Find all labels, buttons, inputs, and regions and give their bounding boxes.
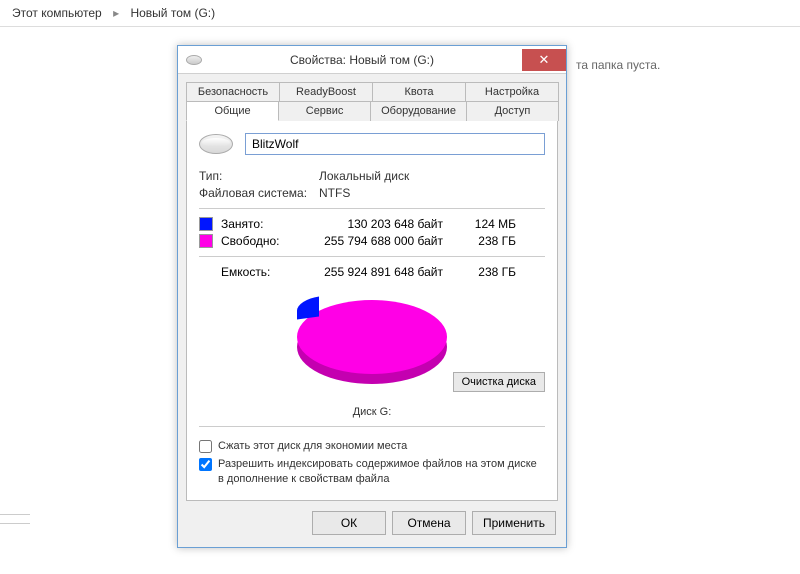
- ok-button[interactable]: ОК: [312, 511, 386, 535]
- breadcrumb-current[interactable]: Новый том (G:): [130, 6, 215, 20]
- type-value: Локальный диск: [319, 169, 409, 183]
- divider: [199, 256, 545, 257]
- divider: [199, 426, 545, 427]
- explorer-bottom-strip: [0, 514, 30, 524]
- tab-quota[interactable]: Квота: [372, 82, 466, 101]
- pie-used-slice: [297, 296, 319, 319]
- properties-dialog: Свойства: Новый том (G:) ✕ Безопасность …: [177, 45, 567, 548]
- free-label: Свободно:: [221, 234, 311, 248]
- folder-empty-text: та папка пуста.: [576, 58, 660, 72]
- drive-icon: [186, 55, 202, 65]
- used-bytes: 130 203 648 байт: [311, 217, 461, 231]
- tab-settings[interactable]: Настройка: [465, 82, 559, 101]
- tab-service[interactable]: Сервис: [278, 101, 371, 121]
- free-human: 238 ГБ: [461, 234, 516, 248]
- disk-caption: Диск G:: [199, 406, 545, 418]
- tab-hardware[interactable]: Оборудование: [370, 101, 467, 121]
- index-label[interactable]: Разрешить индексировать содержимое файло…: [218, 457, 545, 486]
- breadcrumb-root[interactable]: Этот компьютер: [12, 6, 102, 20]
- capacity-bytes: 255 924 891 648 байт: [311, 265, 461, 279]
- disk-cleanup-button[interactable]: Очистка диска: [453, 372, 545, 392]
- used-color-swatch: [199, 217, 213, 231]
- free-color-swatch: [199, 234, 213, 248]
- usage-pie-chart: [297, 300, 447, 374]
- tab-panel-general: Тип: Локальный диск Файловая система: NT…: [186, 120, 558, 501]
- capacity-label: Емкость:: [221, 265, 311, 279]
- drive-icon: [199, 134, 233, 154]
- apply-button[interactable]: Применить: [472, 511, 556, 535]
- capacity-human: 238 ГБ: [461, 265, 516, 279]
- index-checkbox[interactable]: [199, 458, 212, 471]
- tab-general[interactable]: Общие: [186, 101, 279, 121]
- cancel-button[interactable]: Отмена: [392, 511, 466, 535]
- filesystem-label: Файловая система:: [199, 186, 319, 200]
- divider: [199, 208, 545, 209]
- close-button[interactable]: ✕: [522, 49, 566, 71]
- tab-access[interactable]: Доступ: [466, 101, 559, 121]
- free-bytes: 255 794 688 000 байт: [311, 234, 461, 248]
- tab-security[interactable]: Безопасность: [186, 82, 280, 101]
- titlebar[interactable]: Свойства: Новый том (G:) ✕: [178, 46, 566, 74]
- dialog-title: Свойства: Новый том (G:): [202, 53, 522, 67]
- compress-checkbox[interactable]: [199, 440, 212, 453]
- used-label: Занято:: [221, 217, 311, 231]
- type-label: Тип:: [199, 169, 319, 183]
- compress-label[interactable]: Сжать этот диск для экономии места: [218, 439, 407, 453]
- volume-name-input[interactable]: [245, 133, 545, 155]
- filesystem-value: NTFS: [319, 186, 350, 200]
- used-human: 124 МБ: [461, 217, 516, 231]
- breadcrumb[interactable]: Этот компьютер ▸ Новый том (G:): [0, 0, 800, 27]
- tab-readyboost[interactable]: ReadyBoost: [279, 82, 373, 101]
- chevron-right-icon: ▸: [113, 6, 119, 20]
- dialog-button-bar: ОК Отмена Применить: [178, 501, 566, 547]
